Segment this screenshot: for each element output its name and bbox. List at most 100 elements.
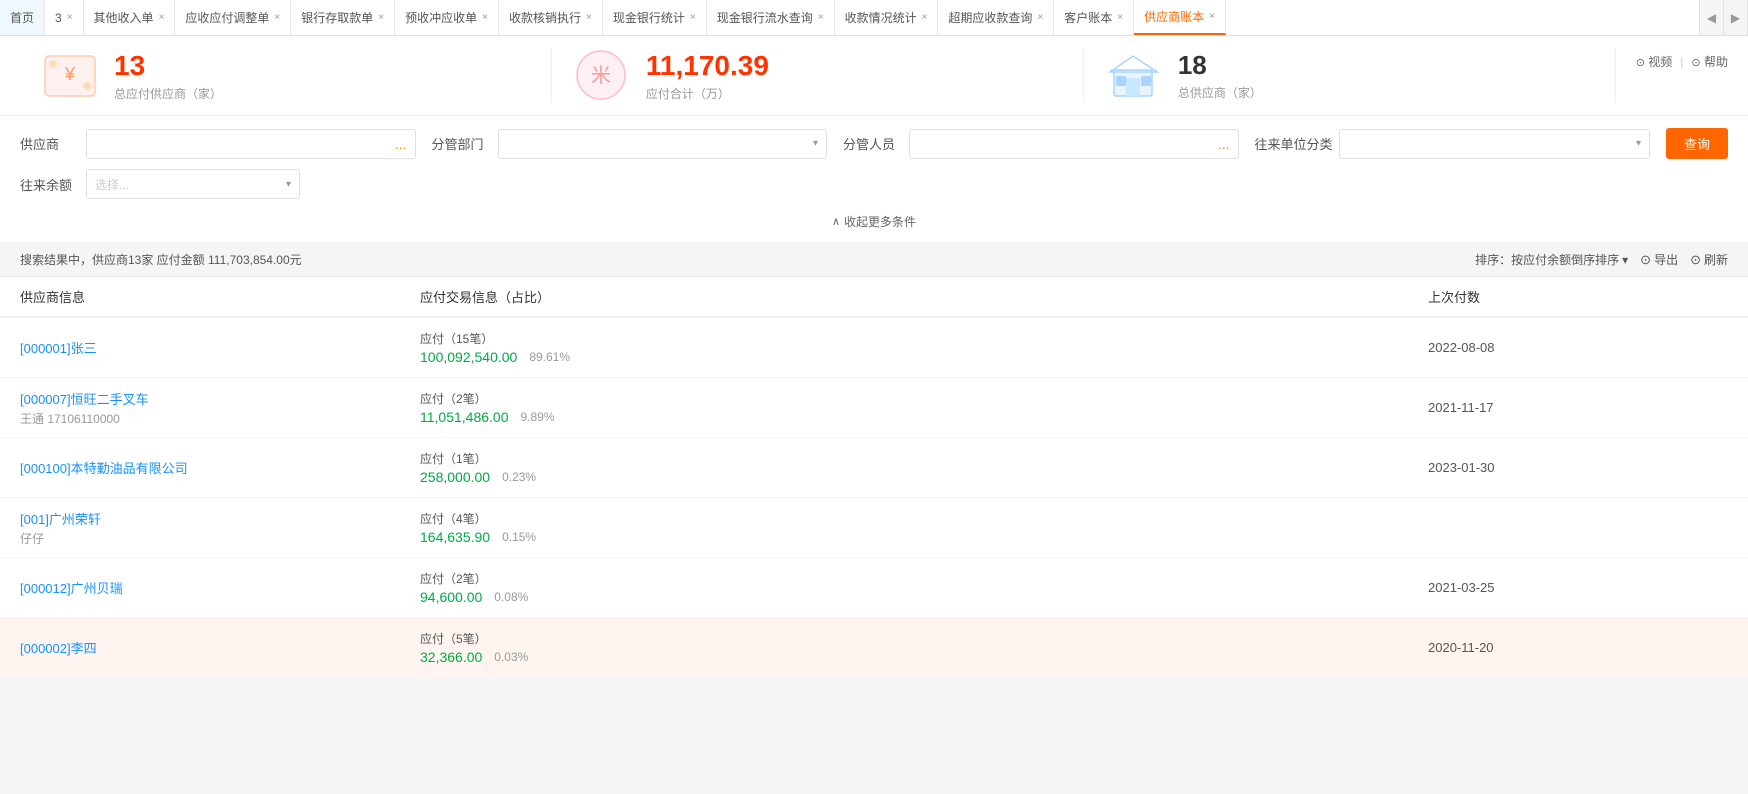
- close-icon[interactable]: ×: [922, 12, 928, 23]
- category-arrow-icon: ▾: [1636, 138, 1641, 149]
- supplier-name-link-1[interactable]: [000001]张三: [20, 341, 97, 356]
- supplier-name-link-5[interactable]: [000012]广州贝瑞: [20, 581, 123, 596]
- close-icon[interactable]: ×: [378, 12, 384, 23]
- nav-tab-supplierbook[interactable]: 供应商账本 ×: [1134, 0, 1226, 35]
- tx-info-5: 应付（2笔） 94,600.00 0.08%: [420, 570, 1428, 605]
- tx-percent-2: 9.89%: [521, 410, 555, 424]
- tx-label-2: 应付（2笔）: [420, 390, 1428, 407]
- payable-supplier-icon: ¥: [40, 48, 100, 103]
- table-row: [000100]本特勤油品有限公司 应付（1笔） 258,000.00 0.23…: [0, 438, 1748, 498]
- tx-row-2: 11,051,486.00 9.89%: [420, 409, 1428, 425]
- close-icon[interactable]: ×: [1209, 11, 1215, 22]
- dept-label: 分管部门: [432, 134, 492, 153]
- nav-tab-bank[interactable]: 银行存取款单 ×: [291, 0, 395, 35]
- dept-input[interactable]: ▾: [498, 129, 828, 159]
- payable-amount-icon: 米: [572, 48, 632, 103]
- close-icon[interactable]: ×: [690, 12, 696, 23]
- nav-arrow-group: ◀ ▶: [1699, 0, 1748, 36]
- category-input[interactable]: ▾: [1339, 129, 1650, 159]
- table-row: [000007]恒旺二手叉车 王通 17106110000 应付（2笔） 11,…: [0, 378, 1748, 438]
- refresh-button[interactable]: ⊙ 刷新: [1690, 251, 1728, 268]
- supplier-info-4: [001]广州荣轩 仔仔: [20, 509, 420, 547]
- nav-tab-presell[interactable]: 预收冲应收单 ×: [395, 0, 499, 35]
- stat-total-payable-amount: 米 11,170.39 应付合计（万）: [552, 48, 1084, 103]
- close-icon[interactable]: ×: [67, 12, 73, 23]
- tx-percent-4: 0.15%: [502, 530, 536, 544]
- payable-suppliers-content: 13 总应付供应商（家）: [114, 49, 222, 102]
- filter-row-1: 供应商 ... 分管部门 ▾ 分管人员 ... 往来单位分类: [20, 128, 1728, 159]
- nav-prev-button[interactable]: ◀: [1700, 0, 1724, 36]
- stat-total-suppliers: 18 总供应商（家）: [1084, 48, 1616, 103]
- nav-next-button[interactable]: ▶: [1724, 0, 1748, 36]
- person-input[interactable]: ...: [909, 129, 1239, 159]
- refresh-icon: ⊙: [1690, 252, 1701, 268]
- close-icon[interactable]: ×: [159, 12, 165, 23]
- nav-tab-income[interactable]: 其他收入单 ×: [84, 0, 176, 35]
- nav-tab-cashstat[interactable]: 现金银行统计 ×: [603, 0, 707, 35]
- export-button[interactable]: ⊙ 导出: [1640, 251, 1678, 268]
- close-icon[interactable]: ×: [586, 12, 592, 23]
- total-suppliers-content: 18 总供应商（家）: [1178, 50, 1262, 100]
- nav-tab-collectstat[interactable]: 收款情况统计 ×: [835, 0, 939, 35]
- tx-row-1: 100,092,540.00 89.61%: [420, 349, 1428, 365]
- col-header-supplier: 供应商信息: [20, 287, 420, 306]
- supplier-name-link-6[interactable]: [000002]李四: [20, 641, 97, 656]
- collapse-button[interactable]: 收起更多条件: [832, 213, 916, 230]
- sort-button[interactable]: 排序：按应付余额倒序排序 ▾: [1475, 251, 1628, 268]
- nav-tab-3[interactable]: 3 ×: [45, 0, 84, 35]
- filter-area: 供应商 ... 分管部门 ▾ 分管人员 ... 往来单位分类: [0, 116, 1748, 243]
- tx-amount-5: 94,600.00: [420, 589, 482, 605]
- tx-label-6: 应付（5笔）: [420, 630, 1428, 647]
- tx-percent-6: 0.03%: [494, 650, 528, 664]
- filter-category: 往来单位分类 ▾: [1255, 129, 1651, 159]
- person-dots-icon: ...: [1218, 136, 1230, 152]
- filter-dept: 分管部门 ▾: [432, 129, 828, 159]
- nav-tab-home[interactable]: 首页: [0, 0, 45, 35]
- tx-amount-4: 164,635.90: [420, 529, 490, 545]
- supplier-name-link-3[interactable]: [000100]本特勤油品有限公司: [20, 461, 188, 476]
- nav-tab-cashflow[interactable]: 现金银行流水查询 ×: [707, 0, 835, 35]
- close-icon[interactable]: ×: [482, 12, 488, 23]
- close-icon[interactable]: ×: [274, 12, 280, 23]
- dept-arrow-icon: ▾: [813, 138, 818, 149]
- table-row: [001]广州荣轩 仔仔 应付（4笔） 164,635.90 0.15%: [0, 498, 1748, 558]
- supplier-info-3: [000100]本特勤油品有限公司: [20, 458, 420, 477]
- video-link[interactable]: ⊙ 视频: [1636, 53, 1673, 70]
- close-icon[interactable]: ×: [1037, 12, 1043, 23]
- tx-percent-5: 0.08%: [494, 590, 528, 604]
- supplier-name-link-2[interactable]: [000007]恒旺二手叉车: [20, 392, 149, 407]
- balance-input[interactable]: 选择... ▾: [86, 169, 300, 199]
- help-link[interactable]: ⊙ 帮助: [1691, 53, 1728, 70]
- supplier-info-1: [000001]张三: [20, 338, 420, 357]
- svg-text:米: 米: [591, 64, 611, 87]
- person-label: 分管人员: [843, 134, 903, 153]
- stats-bar: ¥ 13 总应付供应商（家） 米 11,170.39 应付合计（万）: [0, 36, 1748, 116]
- tx-amount-3: 258,000.00: [420, 469, 490, 485]
- supplier-info-2: [000007]恒旺二手叉车 王通 17106110000: [20, 389, 420, 427]
- total-suppliers-label: 总供应商（家）: [1178, 84, 1262, 101]
- nav-tab-overdue[interactable]: 超期应收款查询 ×: [938, 0, 1054, 35]
- close-icon[interactable]: ×: [1117, 12, 1123, 23]
- tx-amount-2: 11,051,486.00: [420, 409, 509, 425]
- nav-tab-custbook[interactable]: 客户账本 ×: [1054, 0, 1134, 35]
- nav-tab-adjust[interactable]: 应收应付调整单 ×: [175, 0, 291, 35]
- export-icon: ⊙: [1640, 252, 1651, 268]
- supplier-input[interactable]: ...: [86, 129, 416, 159]
- supplier-info-5: [000012]广州贝瑞: [20, 578, 420, 597]
- close-icon[interactable]: ×: [818, 12, 824, 23]
- supplier-name-link-4[interactable]: [001]广州荣轩: [20, 512, 101, 527]
- supplier-sub-2: 王通 17106110000: [20, 410, 420, 427]
- tx-amount-6: 32,366.00: [420, 649, 482, 665]
- payable-suppliers-label: 总应付供应商（家）: [114, 85, 222, 102]
- payable-amount-label: 应付合计（万）: [646, 85, 769, 102]
- total-supplier-icon: [1104, 48, 1164, 103]
- query-button[interactable]: 查询: [1666, 128, 1728, 159]
- result-actions: 排序：按应付余额倒序排序 ▾ ⊙ 导出 ⊙ 刷新: [1475, 251, 1728, 268]
- tx-label-4: 应付（4笔）: [420, 510, 1428, 527]
- link-divider: |: [1680, 55, 1683, 69]
- tx-row-6: 32,366.00 0.03%: [420, 649, 1428, 665]
- nav-tab-verify[interactable]: 收款核销执行 ×: [499, 0, 603, 35]
- last-payment-3: 2023-01-30: [1428, 460, 1728, 475]
- balance-arrow-icon: ▾: [286, 179, 291, 190]
- tx-row-5: 94,600.00 0.08%: [420, 589, 1428, 605]
